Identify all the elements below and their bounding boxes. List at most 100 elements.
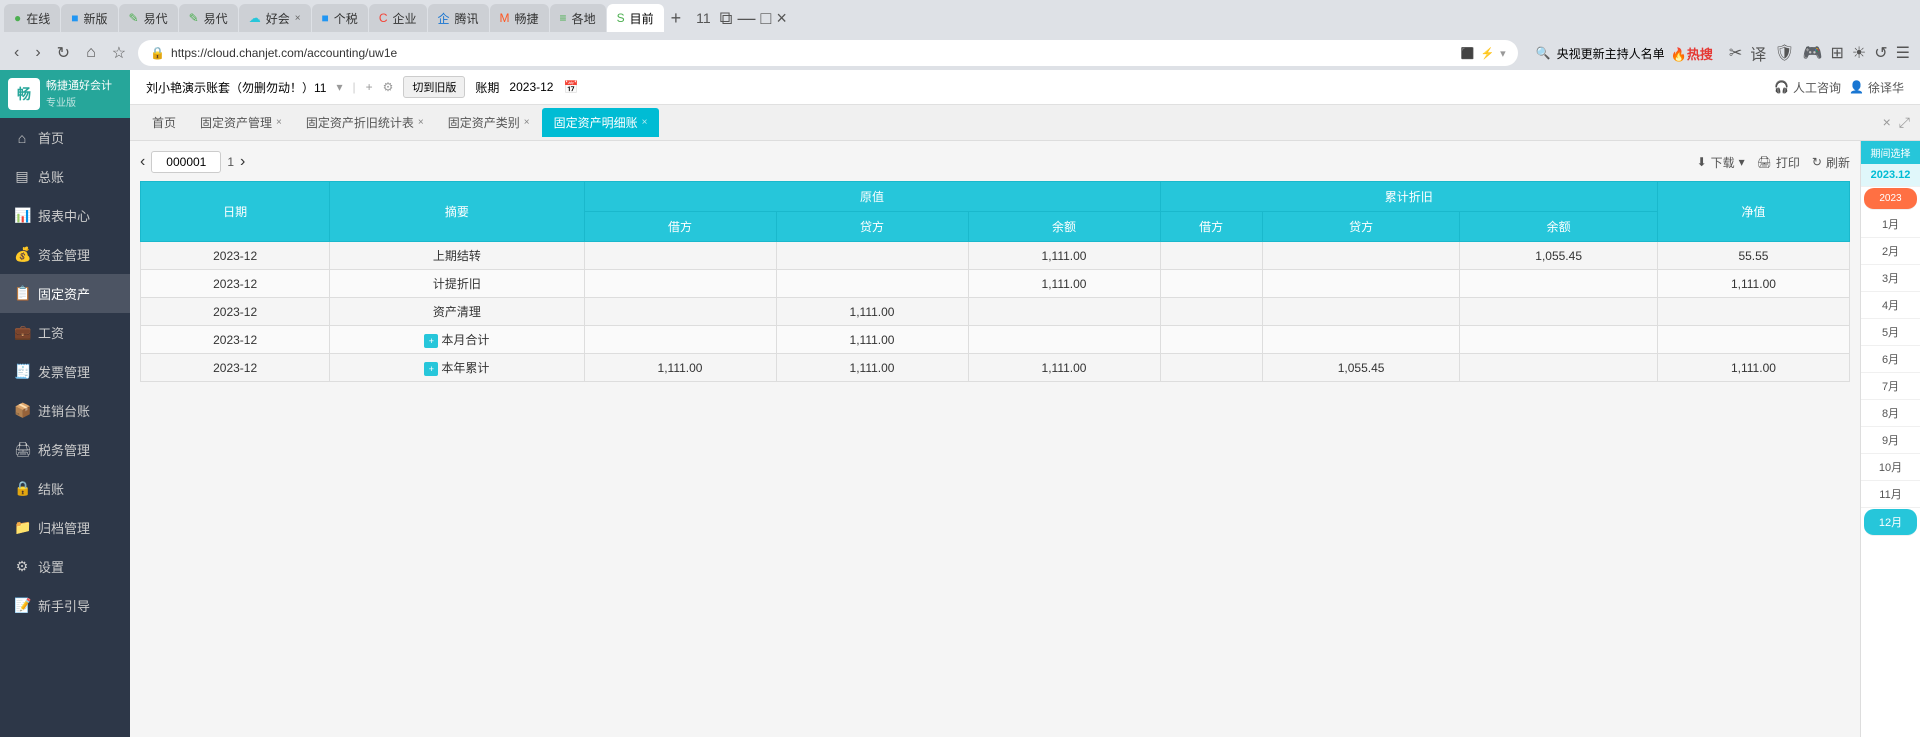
- sidebar-item-reports[interactable]: 📊 报表中心: [0, 196, 130, 235]
- tab-asset-ledger[interactable]: 固定资产明细账 ×: [542, 108, 660, 137]
- add-company-icon[interactable]: +: [366, 80, 373, 94]
- user-button[interactable]: 👤 徐译华: [1849, 79, 1904, 96]
- history-icon[interactable]: ↺: [1874, 43, 1887, 63]
- browser-tab-yidai2[interactable]: ✎ 易代: [179, 4, 238, 32]
- tab-asset-category[interactable]: 固定资产类别 ×: [436, 108, 542, 137]
- game-icon[interactable]: 🎮: [1803, 43, 1823, 63]
- browser-tab-online[interactable]: ● 在线: [4, 4, 60, 32]
- dropdown-icon[interactable]: ▾: [1500, 47, 1506, 60]
- settings-gear-icon[interactable]: ⚙: [383, 80, 394, 94]
- header-date: 日期: [141, 182, 330, 242]
- restore-window-icon[interactable]: ⧉: [720, 8, 733, 29]
- tab-close-icon[interactable]: ×: [642, 117, 648, 128]
- sidebar-item-payroll[interactable]: 💼 工资: [0, 313, 130, 352]
- next-account-button[interactable]: ›: [240, 153, 245, 171]
- sidebar-item-tax[interactable]: 🖨 税务管理: [0, 430, 130, 469]
- browser-tab-yidai1[interactable]: ✎ 易代: [119, 4, 178, 32]
- company-dropdown-icon[interactable]: ▾: [336, 80, 342, 94]
- browser-tab-new[interactable]: ■ 新版: [61, 4, 117, 32]
- closing-icon: 🔒: [14, 480, 30, 497]
- sidebar-item-archive[interactable]: 📁 归档管理: [0, 508, 130, 547]
- prev-account-button[interactable]: ‹: [140, 153, 145, 171]
- scissors-icon[interactable]: ✂: [1729, 43, 1742, 63]
- tab-close-icon[interactable]: ×: [295, 13, 301, 24]
- account-number-input[interactable]: [151, 151, 221, 173]
- refresh-button[interactable]: ↻: [53, 41, 74, 65]
- sidebar-item-invoice[interactable]: 🧾 发票管理: [0, 352, 130, 391]
- service-button[interactable]: 🎧 人工咨询: [1774, 79, 1841, 96]
- expand-icon[interactable]: ⤢: [1899, 114, 1910, 131]
- sidebar-item-fixed-assets[interactable]: 📋 固定资产: [0, 274, 130, 313]
- tab-close-icon[interactable]: ×: [524, 117, 530, 128]
- period-month-7[interactable]: 7月: [1861, 373, 1920, 400]
- shield-icon[interactable]: 🛡: [1774, 43, 1794, 63]
- translate-icon[interactable]: 译: [1750, 41, 1766, 65]
- print-icon: 🖨: [1757, 155, 1772, 169]
- refresh-button[interactable]: ↻ 刷新: [1812, 154, 1850, 171]
- username-label: 徐译华: [1868, 79, 1904, 96]
- reports-icon: 📊: [14, 207, 30, 224]
- sidebar-item-purchase-sales[interactable]: 📦 进销台账: [0, 391, 130, 430]
- period-header[interactable]: 期间选择: [1861, 141, 1920, 164]
- cell-orig-balance: [968, 326, 1160, 354]
- sidebar-item-settings[interactable]: ⚙ 设置: [0, 547, 130, 586]
- period-panel: 期间选择 2023.12 2023 1月 2月 3月 4月 5月 6月 7月 8…: [1860, 141, 1920, 737]
- period-month-9[interactable]: 9月: [1861, 427, 1920, 454]
- period-month-6[interactable]: 6月: [1861, 346, 1920, 373]
- browser-tab-tencent[interactable]: 企 腾讯: [428, 4, 489, 32]
- sidebar-item-closing[interactable]: 🔒 结账: [0, 469, 130, 508]
- menu-icon[interactable]: ☰: [1896, 43, 1910, 63]
- tab-fixed-asset-mgmt[interactable]: 固定资产管理 ×: [188, 108, 294, 137]
- browser-tab-haohui[interactable]: ☁ 好会 ×: [239, 4, 311, 32]
- sidebar-item-label: 报表中心: [38, 206, 90, 225]
- invoice-icon: 🧾: [14, 363, 30, 380]
- close-icon[interactable]: ×: [776, 8, 787, 29]
- browser-tab-active[interactable]: S 目前: [607, 4, 664, 32]
- tab-close-icon[interactable]: ×: [276, 117, 282, 128]
- period-month-1[interactable]: 1月: [1861, 211, 1920, 238]
- period-selected-year[interactable]: 2023.12: [1861, 164, 1920, 187]
- period-month-12[interactable]: 12月: [1864, 509, 1917, 536]
- sidebar-item-general-ledger[interactable]: ▤ 总账: [0, 157, 130, 196]
- sub-header-credit-2: 贷方: [1262, 212, 1460, 242]
- minimize-icon[interactable]: —: [738, 8, 756, 29]
- calendar-icon[interactable]: 📅: [563, 80, 578, 94]
- period-year-label[interactable]: 2023: [1864, 188, 1917, 210]
- table-row: 2023-12 上期结转 1,111.00 1,055.45 55.55: [141, 242, 1850, 270]
- sidebar-item-home[interactable]: ⌂ 首页: [0, 118, 130, 157]
- sidebar-item-guide[interactable]: 📝 新手引导: [0, 586, 130, 625]
- version-switch-button[interactable]: 切到旧版: [403, 76, 465, 98]
- browser-tab-geshui[interactable]: ■ 个税: [312, 4, 368, 32]
- browser-tab-changjie[interactable]: M 畅捷: [490, 4, 549, 32]
- browser-tab-qiye[interactable]: C 企业: [369, 4, 427, 32]
- table-row-monthly-total: 2023-12 +本月合计 1,111.00: [141, 326, 1850, 354]
- tab-label: 固定资产管理: [200, 114, 272, 131]
- period-month-8[interactable]: 8月: [1861, 400, 1920, 427]
- period-month-5[interactable]: 5月: [1861, 319, 1920, 346]
- period-month-3[interactable]: 3月: [1861, 265, 1920, 292]
- period-month-10[interactable]: 10月: [1861, 454, 1920, 481]
- address-bar[interactable]: 🔒 https://cloud.chanjet.com/accounting/u…: [138, 40, 1518, 66]
- period-month-11[interactable]: 11月: [1861, 481, 1920, 508]
- close-panel-icon[interactable]: ×: [1883, 114, 1891, 131]
- home-button[interactable]: ⌂: [82, 42, 100, 64]
- sidebar-item-fund-mgmt[interactable]: 💰 资金管理: [0, 235, 130, 274]
- cell-orig-debit: [584, 298, 776, 326]
- back-button[interactable]: ‹: [10, 42, 23, 64]
- cell-orig-credit: 1,111.00: [776, 298, 968, 326]
- grid-icon[interactable]: ⊞: [1831, 43, 1844, 63]
- print-button[interactable]: 🖨 打印: [1757, 154, 1800, 171]
- download-button[interactable]: ⬇ 下载 ▾: [1697, 154, 1745, 171]
- period-value: 2023-12: [509, 80, 553, 94]
- period-month-2[interactable]: 2月: [1861, 238, 1920, 265]
- forward-button[interactable]: ›: [31, 42, 44, 64]
- tab-home[interactable]: 首页: [140, 108, 188, 137]
- period-month-4[interactable]: 4月: [1861, 292, 1920, 319]
- new-tab-button[interactable]: +: [665, 8, 688, 29]
- bookmark-button[interactable]: ☆: [108, 41, 130, 65]
- browser-tab-gedi[interactable]: ≡ 各地: [550, 4, 606, 32]
- maximize-icon[interactable]: □: [761, 8, 772, 29]
- tab-depreciation-stats[interactable]: 固定资产折旧统计表 ×: [294, 108, 436, 137]
- tab-close-icon[interactable]: ×: [418, 117, 424, 128]
- brightness-icon[interactable]: ☀: [1852, 43, 1866, 63]
